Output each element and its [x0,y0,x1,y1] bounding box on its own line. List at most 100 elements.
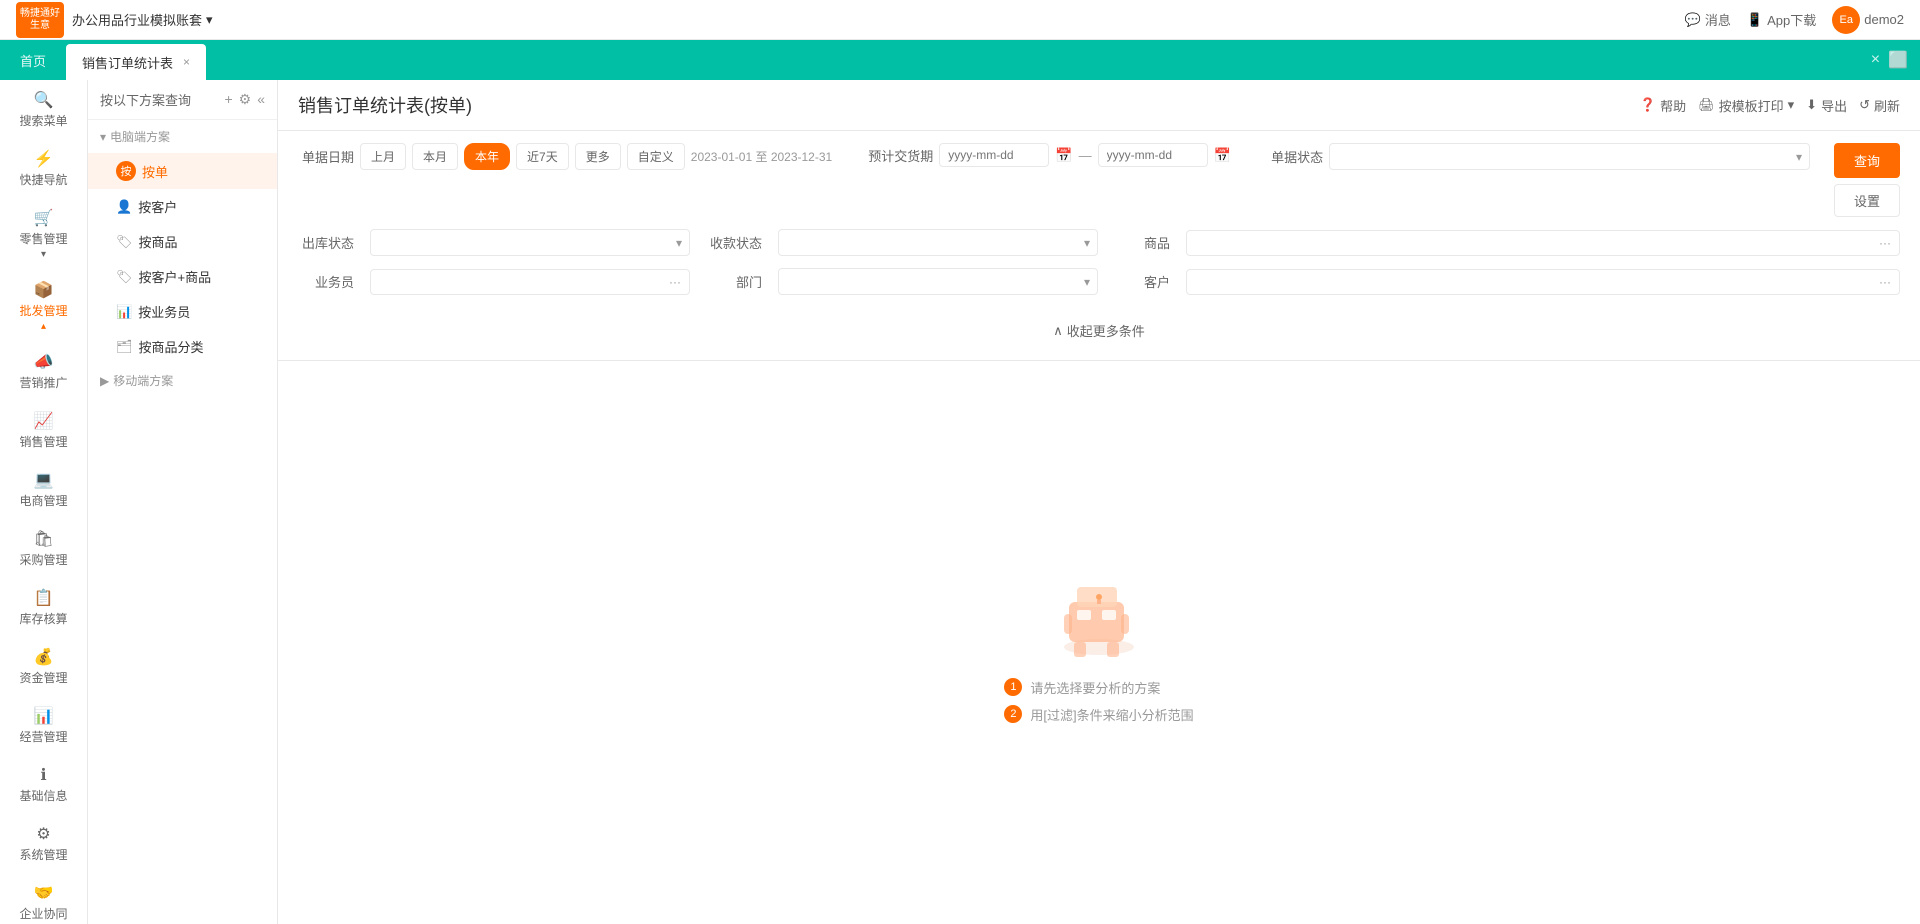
sidebar-item-ecommerce[interactable]: 💻 电商管理 [0,460,87,519]
system-icon: ⚙ [36,824,50,844]
customer-more-btn[interactable]: ··· [1879,275,1891,289]
user-name: demo2 [1864,12,1904,27]
salesperson-more-btn[interactable]: ··· [669,275,681,289]
mobile-expand-icon: ▶ [100,374,109,388]
refresh-button[interactable]: ↺ 刷新 [1859,96,1900,115]
sidebar-item-wholesale[interactable]: 📦 批发管理 ▴ [0,270,87,342]
app-download-button[interactable]: 📱 App下载 [1747,10,1816,29]
sidebar-item-retail-label: 零售管理 [19,230,67,247]
salesperson-input[interactable]: ··· [370,269,690,295]
scheme-by-product-label: 按商品 [139,232,178,251]
date-btn-this-year[interactable]: 本年 [464,143,510,170]
sidebar-item-search-label: 搜索菜单 [19,112,67,129]
scheme-by-salesperson[interactable]: 📊 按业务员 [88,294,277,329]
product-input[interactable]: ··· [1186,230,1900,256]
pc-section-title: ▾ 电脑端方案 [88,120,277,153]
avatar: Ea [1832,6,1860,34]
sidebar-item-purchase[interactable]: 🛍 采购管理 [0,519,87,578]
settings-scheme-button[interactable]: ⚙ [239,91,252,108]
sidebar-item-wholesale-label: 批发管理 [19,302,67,319]
scheme-by-product-category-label: 按商品分类 [139,337,204,356]
department-wrapper [778,268,1098,295]
date-range-display: 2023-01-01 至 2023-12-31 [691,148,832,165]
scheme-by-customer-product-label: 按客户+商品 [139,267,212,286]
sidebar-item-inventory-label: 库存核算 [19,610,67,627]
minimize-button[interactable]: × [1871,51,1880,69]
refresh-label: 刷新 [1874,96,1900,115]
print-button[interactable]: 🖨 按模板打印 ▾ [1698,96,1794,115]
sidebar-item-marketing[interactable]: 📣 营销推广 [0,342,87,401]
collapse-icon: ∧ [1053,323,1063,339]
scheme-by-customer-product[interactable]: 🏷 按客户+商品 [88,259,277,294]
message-button[interactable]: 💬 消息 [1685,10,1731,29]
scheme-active-icon: 按 [116,161,136,181]
export-button[interactable]: ⬇ 导出 [1806,96,1847,115]
sidebar-item-enterprise[interactable]: 🤝 企业协同 [0,873,87,924]
purchase-icon: 🛍 [33,529,53,549]
date-buttons: 上月 本月 本年 近7天 更多 自定义 [360,143,685,170]
user-menu[interactable]: Ea demo2 [1832,6,1904,34]
expected-date-start-input[interactable] [939,143,1049,167]
department-select[interactable] [778,268,1098,295]
sidebar-item-sales[interactable]: 📈 销售管理 [0,401,87,460]
date-btn-last-month[interactable]: 上月 [360,143,406,170]
bill-status-select[interactable] [1329,143,1810,170]
category-icon: 🗂 [116,339,133,355]
finance-icon: 💰 [34,647,54,667]
phone-icon: 📱 [1747,12,1763,28]
date-btn-this-month[interactable]: 本月 [412,143,458,170]
scheme-by-order[interactable]: 按 按单 [88,153,277,189]
sidebar-item-basic-info[interactable]: ℹ 基础信息 [0,755,87,814]
sidebar-item-system[interactable]: ⚙ 系统管理 [0,814,87,873]
operations-icon: 📊 [34,706,54,726]
company-name: 办公用品行业模拟账套 [72,10,202,29]
customer-input[interactable]: ··· [1186,269,1900,295]
bill-status-label: 单据状态 [1267,147,1323,166]
sidebar-item-retail[interactable]: 🛒 零售管理 ▾ [0,198,87,270]
date-btn-custom[interactable]: 自定义 [627,143,685,170]
tab-close-button[interactable]: × [183,55,190,69]
collapse-button[interactable]: ∧ 收起更多条件 [1053,313,1145,348]
marketing-icon: 📣 [34,352,54,372]
collapse-panel-button[interactable]: « [257,91,265,108]
search-button[interactable]: 查询 [1834,143,1900,178]
sidebar-item-inventory[interactable]: 📋 库存核算 [0,578,87,637]
sidebar-item-marketing-label: 营销推广 [19,374,67,391]
sidebar-item-shortcuts[interactable]: ⚡ 快捷导航 [0,139,87,198]
print-dropdown-icon: ▾ [1788,97,1795,113]
scheme-by-product-category[interactable]: 🗂 按商品分类 [88,329,277,364]
export-icon: ⬇ [1806,97,1817,113]
delivery-status-select[interactable] [370,229,690,256]
add-scheme-button[interactable]: + [224,91,232,108]
calendar-icon-2[interactable]: 📅 [1214,147,1231,164]
tab-active[interactable]: 销售订单统计表 × [66,44,206,80]
mobile-section-title: ▶ 移动端方案 [88,364,277,397]
help-button[interactable]: ❓ 帮助 [1640,96,1686,115]
date-btn-7days[interactable]: 近7天 [516,143,569,170]
tab-home[interactable]: 首页 [0,40,66,80]
date-btn-more[interactable]: 更多 [575,143,621,170]
refresh-icon: ↺ [1859,97,1870,113]
sidebar-item-search[interactable]: 🔍 搜索菜单 [0,80,87,139]
expected-date-end-input[interactable] [1098,143,1208,167]
hint-num-1: 1 [1004,678,1022,696]
calendar-icon-1[interactable]: 📅 [1055,147,1072,164]
payment-status-select[interactable] [778,229,1098,256]
empty-hint-2: 2 用[过滤]条件来缩小分析范围 [1004,705,1193,724]
scheme-by-customer[interactable]: 👤 按客户 [88,189,277,224]
filter-area: 单据日期 上月 本月 本年 近7天 更多 自定义 2023-01-01 至 20… [278,131,1920,361]
maximize-button[interactable]: ⬜ [1888,50,1908,70]
sidebar-item-finance[interactable]: 💰 资金管理 [0,637,87,696]
bill-status-select-wrapper [1329,143,1810,170]
product-more-btn[interactable]: ··· [1879,236,1891,250]
sidebar-item-operations[interactable]: 📊 经营管理 [0,696,87,755]
mobile-section-label: 移动端方案 [113,372,173,389]
settings-button[interactable]: 设置 [1834,184,1900,217]
customer-label: 客户 [1114,272,1170,291]
scheme-by-product[interactable]: 🏷 按商品 [88,224,277,259]
sidebar: 🔍 搜索菜单 ⚡ 快捷导航 🛒 零售管理 ▾ 📦 批发管理 ▴ 📣 营销推广 📈… [0,80,88,924]
product-label: 商品 [1114,233,1170,252]
delivery-status-wrapper [370,229,690,256]
company-selector[interactable]: 办公用品行业模拟账套 ▾ [72,10,213,29]
basic-info-icon: ℹ [40,765,46,785]
